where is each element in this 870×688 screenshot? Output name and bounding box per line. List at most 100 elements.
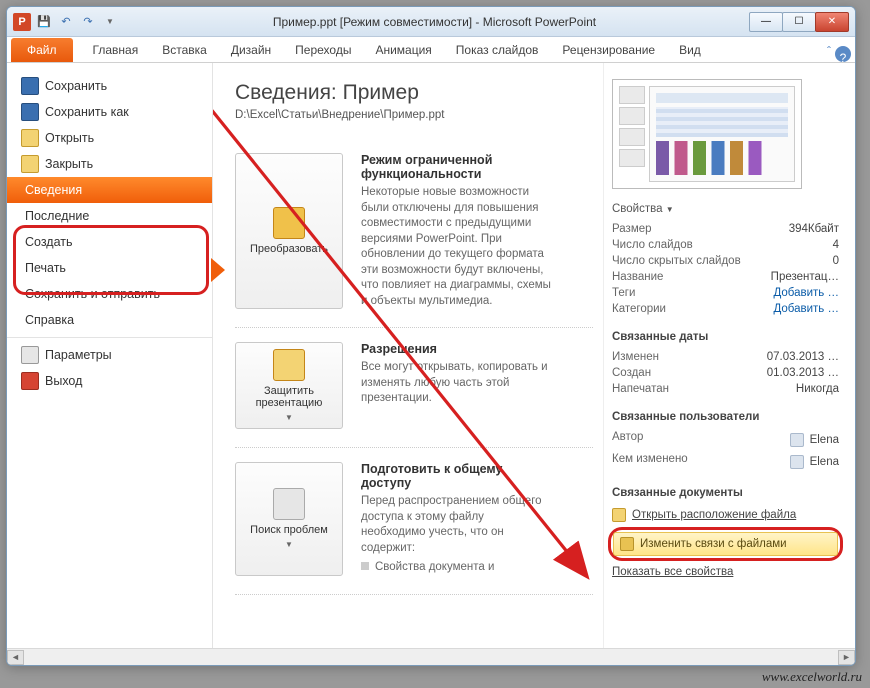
dates-header: Связанные даты xyxy=(612,331,839,343)
bullet-icon xyxy=(361,562,369,570)
tab-animation[interactable]: Анимация xyxy=(363,38,443,62)
close-button[interactable]: ✕ xyxy=(815,12,849,32)
avatar-icon xyxy=(790,433,804,447)
prop-created-val: 01.03.2013 … xyxy=(767,367,839,379)
nav-saveandsend[interactable]: Сохранить и отправить xyxy=(7,281,212,307)
show-all-props-link[interactable]: Показать все свойства xyxy=(612,563,839,581)
prop-title-val[interactable]: Презентац… xyxy=(771,271,839,283)
convert-button[interactable]: Преобразовать xyxy=(235,153,343,309)
nav-print[interactable]: Печать xyxy=(7,255,212,281)
docs-header: Связанные документы xyxy=(612,487,839,499)
show-all-props-label: Показать все свойства xyxy=(612,566,733,578)
link-icon xyxy=(620,537,634,551)
nav-save-label: Сохранить xyxy=(45,79,107,93)
nav-saveas-label: Сохранить как xyxy=(45,105,129,119)
prop-author-val[interactable]: Elena xyxy=(810,434,839,446)
page-title: Сведения: Пример xyxy=(235,81,593,105)
prop-author-key: Автор xyxy=(612,431,643,449)
nav-close-label: Закрыть xyxy=(45,157,93,171)
nav-saveas[interactable]: Сохранить как xyxy=(7,99,212,125)
protect-button[interactable]: Защитить презентацию ▼ xyxy=(235,342,343,429)
nav-info-label: Сведения xyxy=(25,183,82,197)
save-icon[interactable]: 💾 xyxy=(35,13,53,31)
prop-hidden-val: 0 xyxy=(833,255,839,267)
section-permissions-title: Разрешения xyxy=(361,342,551,356)
properties-header[interactable]: Свойства ▼ xyxy=(612,203,839,215)
prop-tags-key: Теги xyxy=(612,287,635,299)
scroll-left-icon[interactable]: ◄ xyxy=(7,650,24,665)
ribbon-minimize-icon[interactable]: ˆ xyxy=(823,40,835,62)
folder-icon xyxy=(612,508,626,522)
help-icon[interactable]: ? xyxy=(835,46,851,62)
prop-printed-key: Напечатан xyxy=(612,383,669,395)
nav-print-label: Печать xyxy=(25,261,66,275)
tab-transitions[interactable]: Переходы xyxy=(283,38,363,62)
prop-cats-key: Категории xyxy=(612,303,666,315)
nav-save[interactable]: Сохранить xyxy=(7,73,212,99)
section-prepare-title: Подготовить к общему доступу xyxy=(361,462,551,490)
nav-new-label: Создать xyxy=(25,235,73,249)
section-permissions-body: Все могут открывать, копировать и изменя… xyxy=(361,360,551,407)
prop-lastmod-val: Elena xyxy=(810,456,839,468)
tab-file[interactable]: Файл xyxy=(11,38,73,62)
section-prepare-bullet: Свойства документа и xyxy=(375,561,494,573)
nav-help[interactable]: Справка xyxy=(7,307,212,333)
section-prepare: Поиск проблем ▼ Подготовить к общему дос… xyxy=(235,448,593,595)
ribbon-tabs: Файл Главная Вставка Дизайн Переходы Ани… xyxy=(7,37,855,63)
section-prepare-body: Перед распространением общего доступа к … xyxy=(361,494,551,556)
backstage-view: Сохранить Сохранить как Открыть Закрыть … xyxy=(7,63,855,648)
prop-created-key: Создан xyxy=(612,367,651,379)
prop-modified-key: Изменен xyxy=(612,351,659,363)
prop-slides-val: 4 xyxy=(833,239,839,251)
lock-icon xyxy=(273,349,305,381)
tab-view[interactable]: Вид xyxy=(667,38,713,62)
redo-icon[interactable]: ↷ xyxy=(79,13,97,31)
properties-panel: Свойства ▼ Размер394Кбайт Число слайдов4… xyxy=(603,63,855,648)
open-location-link[interactable]: Открыть расположение файла xyxy=(612,505,839,525)
slide-thumbnail xyxy=(612,79,802,189)
app-window: P 💾 ↶ ↷ ▼ Пример.ppt [Режим совместимост… xyxy=(6,6,856,666)
prop-cats-val[interactable]: Добавить … xyxy=(773,303,839,315)
open-location-label: Открыть расположение файла xyxy=(632,509,796,521)
check-issues-button[interactable]: Поиск проблем ▼ xyxy=(235,462,343,576)
prop-title-key: Название xyxy=(612,271,663,283)
nav-help-label: Справка xyxy=(25,313,74,327)
tab-design[interactable]: Дизайн xyxy=(219,38,283,62)
nav-new[interactable]: Создать xyxy=(7,229,212,255)
nav-exit[interactable]: Выход xyxy=(7,368,212,394)
tab-insert[interactable]: Вставка xyxy=(150,38,219,62)
undo-icon[interactable]: ↶ xyxy=(57,13,75,31)
watermark: www.excelworld.ru xyxy=(762,669,862,685)
nav-recent[interactable]: Последние xyxy=(7,203,212,229)
check-icon xyxy=(273,488,305,520)
prop-tags-val[interactable]: Добавить … xyxy=(773,287,839,299)
nav-close[interactable]: Закрыть xyxy=(7,151,212,177)
prop-size-key: Размер xyxy=(612,223,652,235)
nav-recent-label: Последние xyxy=(25,209,89,223)
window-controls: — ☐ ✕ xyxy=(750,12,849,32)
nav-open[interactable]: Открыть xyxy=(7,125,212,151)
section-compat-body: Некоторые новые возможности были отключе… xyxy=(361,185,551,309)
nav-options-label: Параметры xyxy=(45,348,112,362)
nav-info[interactable]: Сведения xyxy=(7,177,212,203)
prop-printed-val: Никогда xyxy=(796,383,839,395)
people-header: Связанные пользователи xyxy=(612,411,839,423)
tab-slideshow[interactable]: Показ слайдов xyxy=(444,38,551,62)
tab-home[interactable]: Главная xyxy=(81,38,151,62)
scroll-right-icon[interactable]: ► xyxy=(838,650,855,665)
quick-access-toolbar: P 💾 ↶ ↷ ▼ xyxy=(13,13,119,31)
section-compat-title: Режим ограниченной функциональности xyxy=(361,153,551,181)
minimize-button[interactable]: — xyxy=(749,12,783,32)
nav-open-label: Открыть xyxy=(45,131,94,145)
backstage-nav: Сохранить Сохранить как Открыть Закрыть … xyxy=(7,63,213,648)
nav-options[interactable]: Параметры xyxy=(7,337,212,368)
qat-dropdown-icon[interactable]: ▼ xyxy=(101,13,119,31)
nav-exit-label: Выход xyxy=(45,374,82,388)
tab-review[interactable]: Рецензирование xyxy=(550,38,667,62)
edit-links-button[interactable]: Изменить связи с файлами xyxy=(613,532,838,556)
horizontal-scrollbar[interactable]: ◄ ► xyxy=(7,648,855,665)
prop-slides-key: Число слайдов xyxy=(612,239,693,251)
section-permissions: Защитить презентацию ▼ Разрешения Все мо… xyxy=(235,328,593,448)
maximize-button[interactable]: ☐ xyxy=(782,12,816,32)
prop-lastmod-key: Кем изменено xyxy=(612,453,688,471)
